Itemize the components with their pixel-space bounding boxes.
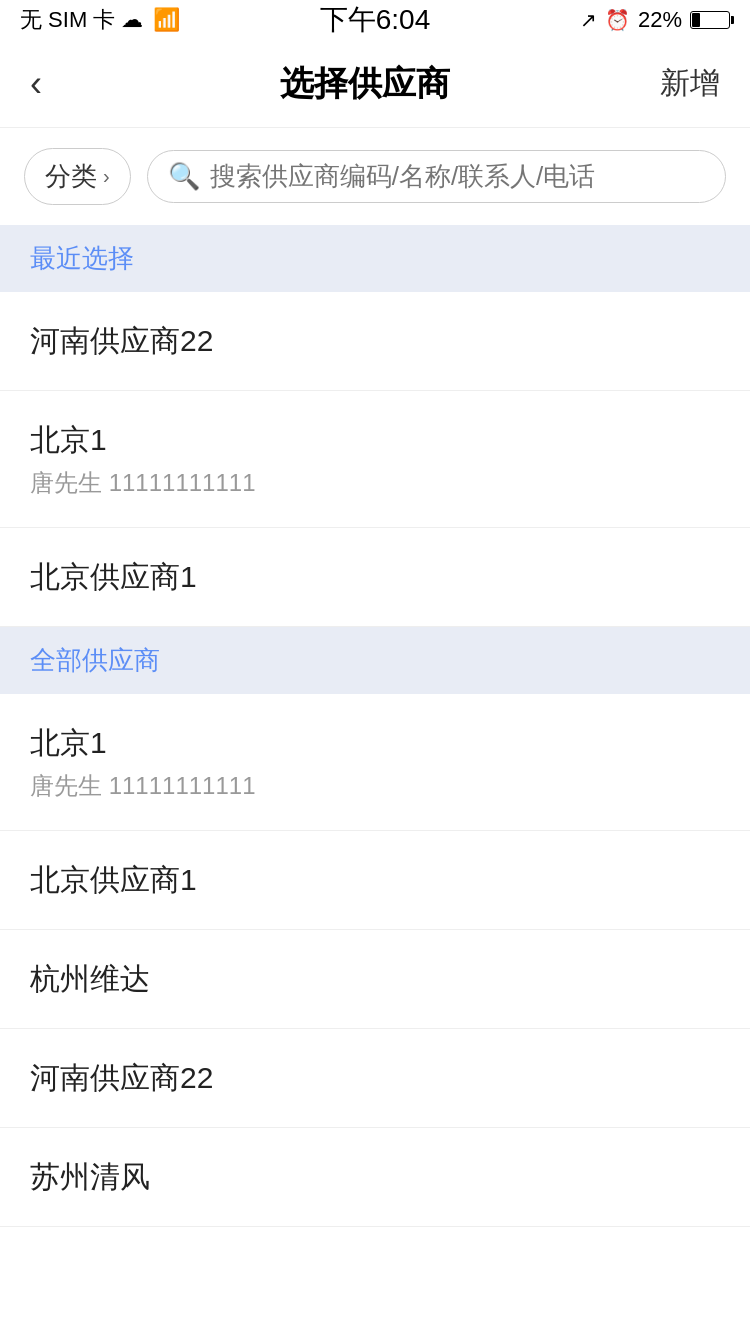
item-sub: 唐先生 11111111111 [30,467,720,499]
item-name: 北京供应商1 [30,556,720,598]
list-item-all-1[interactable]: 北京供应商1 [0,831,750,930]
item-name: 北京1 [30,419,720,461]
back-button[interactable]: ‹ [30,63,90,105]
wifi-icon: 📶 [153,7,180,33]
lists-container: 最近选择河南供应商22 北京1 唐先生 11111111111 北京供应商1 全部供应商… [0,225,750,1227]
chevron-right-icon: › [103,165,110,188]
section-header-recent: 最近选择 [0,225,750,292]
item-name: 苏州清风 [30,1156,720,1198]
section-header-all: 全部供应商 [0,627,750,694]
location-icon: ↗ [580,8,597,32]
status-left: 无 SIM 卡 ☁ 📶 [20,5,180,35]
no-sim-label: 无 SIM 卡 ☁ [20,5,143,35]
category-label: 分类 [45,159,97,194]
item-name: 杭州维达 [30,958,720,1000]
list-item-recent-0[interactable]: 河南供应商22 [0,292,750,391]
list-item-all-4[interactable]: 苏州清风 [0,1128,750,1227]
page-title: 选择供应商 [280,61,450,107]
add-button[interactable]: 新增 [640,63,720,104]
search-input[interactable] [210,161,705,192]
item-name: 河南供应商22 [30,320,720,362]
list-item-recent-1[interactable]: 北京1 唐先生 11111111111 [0,391,750,528]
status-time: 下午6:04 [320,1,431,39]
battery-icon [690,11,730,29]
item-name: 北京1 [30,722,720,764]
item-name: 北京供应商1 [30,859,720,901]
search-box: 🔍 [147,150,726,203]
status-right: ↗ ⏰ 22% [580,7,730,33]
list-item-all-3[interactable]: 河南供应商22 [0,1029,750,1128]
item-name: 河南供应商22 [30,1057,720,1099]
filter-bar: 分类 › 🔍 [0,128,750,225]
alarm-icon: ⏰ [605,8,630,32]
item-sub: 唐先生 11111111111 [30,770,720,802]
category-button[interactable]: 分类 › [24,148,131,205]
list-item-all-2[interactable]: 杭州维达 [0,930,750,1029]
list-item-all-0[interactable]: 北京1 唐先生 11111111111 [0,694,750,831]
search-icon: 🔍 [168,161,200,192]
status-bar: 无 SIM 卡 ☁ 📶 下午6:04 ↗ ⏰ 22% [0,0,750,40]
list-item-recent-2[interactable]: 北京供应商1 [0,528,750,627]
battery-percentage: 22% [638,7,682,33]
nav-bar: ‹ 选择供应商 新增 [0,40,750,128]
